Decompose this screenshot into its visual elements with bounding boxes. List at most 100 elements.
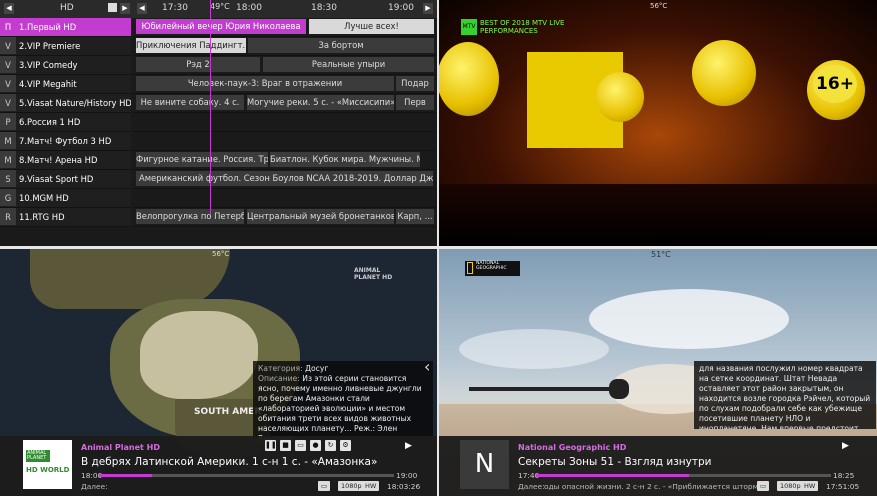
- program-cell[interactable]: Приключения Паддингт...: [136, 38, 247, 53]
- channel-name: Viasat Sport HD: [27, 174, 94, 184]
- program-cell[interactable]: Американский футбол. Сезон Боулов NCAA 2…: [136, 171, 434, 186]
- program-cell[interactable]: Могучие реки. 5 с. - «Миссисипи»: [247, 95, 395, 110]
- channel-icon: M: [0, 151, 16, 168]
- quality-badge: 1080p: [777, 481, 804, 491]
- time-3: 18:30: [311, 3, 337, 13]
- channel-logo-text: BEST OF 2018 MTV LIVE PERFORMANCES: [480, 19, 565, 35]
- subtitles-icon[interactable]: ▭: [757, 481, 770, 491]
- filter-next-arrow[interactable]: ▶: [120, 3, 130, 14]
- channel-icon: П: [0, 18, 16, 35]
- time-next-arrow[interactable]: ▶: [423, 3, 433, 14]
- balloon: [692, 40, 756, 106]
- time-4: 19:00: [388, 3, 414, 13]
- video-tile-concert[interactable]: 56°C MTV BEST OF 2018 MTV LIVE PERFORMANC…: [439, 0, 877, 246]
- clock: 18:03:26: [387, 482, 421, 491]
- time-prev-arrow[interactable]: ◀: [137, 3, 147, 14]
- channel-num: 10.: [19, 193, 33, 203]
- record-icon[interactable]: ●: [310, 440, 321, 451]
- epg-header: ◀ HD ▶ ◀ 17:30 49°C 18:00 18:30 19:00 ▶: [0, 0, 437, 18]
- settings-icon[interactable]: ⚙: [340, 440, 351, 451]
- current-time-line: [210, 0, 211, 214]
- play-icon[interactable]: ▶: [842, 441, 849, 451]
- now-playing-bar: ANIMAL PLANET HD WORLD Animal Planet HD …: [0, 436, 437, 496]
- program-grid: Юбилейный вечер Юрия Николаева Лучше всех…: [133, 18, 437, 227]
- program-cell[interactable]: Перв: [396, 95, 435, 110]
- channel-row[interactable]: П 1.Первый HD: [0, 18, 131, 37]
- time-2: 18:00: [236, 3, 262, 13]
- channel-row[interactable]: S 9.Viasat Sport HD: [0, 170, 131, 189]
- channel-icon: P: [0, 113, 16, 130]
- aircraft-body: [609, 379, 629, 399]
- program-cell[interactable]: Велопрогулка по Петербу...: [136, 209, 245, 224]
- temperature-readout: 56°C: [212, 250, 230, 258]
- program-cell[interactable]: Фигурное катание. Россия. Тра...: [136, 152, 269, 167]
- program-cell[interactable]: Центральный музей бронетанково...: [247, 209, 395, 224]
- channel-logo-placeholder: N: [460, 440, 509, 489]
- cloud: [589, 289, 789, 349]
- amazon-region: [140, 311, 258, 399]
- program-cell[interactable]: Не вините собаку. 4 с.: [136, 95, 245, 110]
- subtitles-icon[interactable]: ▭: [318, 481, 331, 491]
- logo-line-2: GEOGRAPHIC: [476, 266, 507, 271]
- channel-name: VIP Premiere: [27, 41, 81, 51]
- tv-icon[interactable]: ▭: [295, 440, 306, 451]
- channel-row[interactable]: G 10.MGM HD: [0, 189, 131, 208]
- channel-icon: S: [0, 170, 16, 187]
- program-info-box: для названия послужил номер квадрата на …: [694, 361, 876, 429]
- grid-view-button[interactable]: [108, 3, 117, 12]
- channel-num: 7.: [19, 136, 27, 146]
- channel-row[interactable]: M 8.Матч! Арена HD: [0, 151, 131, 170]
- channel-row[interactable]: V 5.Viasat Nature/History HD: [0, 94, 131, 113]
- program-cell[interactable]: За бортом: [248, 38, 435, 53]
- channel-num: 6.: [19, 117, 27, 127]
- end-time: 18:25: [833, 471, 855, 480]
- channel-name: RTG HD: [32, 212, 65, 222]
- channel-name: Матч! Футбол 3 HD: [27, 136, 112, 146]
- channel-icon: G: [0, 189, 16, 206]
- channel-logo: MTV BEST OF 2018 MTV LIVE PERFORMANCES: [461, 19, 590, 35]
- temperature-readout: 56°C: [650, 2, 668, 10]
- channel-row[interactable]: P 6.Россия 1 HD: [0, 113, 131, 132]
- channel-num: 2.: [19, 41, 27, 51]
- mtv-logo-icon: MTV: [461, 19, 477, 35]
- now-playing-bar: N National Geographic HD ▶ Секреты Зоны …: [439, 436, 877, 496]
- program-cell[interactable]: Человек-паук-3: Враг в отражении: [136, 76, 395, 91]
- channel-row[interactable]: M 7.Матч! Футбол 3 HD: [0, 132, 131, 151]
- program-cell[interactable]: Лучше всех!: [309, 19, 435, 34]
- video-tile-animal-planet[interactable]: SOUTH AMER 56°C ANIMAL PLANET HD Категор…: [0, 249, 437, 496]
- program-cell[interactable]: Реальные упыри: [263, 57, 435, 72]
- refresh-icon[interactable]: ↻: [325, 440, 336, 451]
- channel-num: 1.: [19, 22, 27, 32]
- program-cell[interactable]: Юбилейный вечер Юрия Николаева: [136, 19, 307, 34]
- filter-prev-arrow[interactable]: ◀: [4, 3, 14, 14]
- progress-fill: [536, 474, 690, 477]
- cloud: [459, 329, 609, 369]
- map-label: SOUTH AMER: [194, 407, 262, 417]
- program-cell[interactable]: Рэд 2: [136, 57, 261, 72]
- channel-row[interactable]: R 11.RTG HD: [0, 208, 131, 227]
- decoder-badge: HW: [362, 481, 380, 491]
- channel-name: Матч! Арена HD: [27, 155, 98, 165]
- channel-row[interactable]: V 4.VIP Megahit: [0, 75, 131, 94]
- panel-toggle-icon[interactable]: ‹: [424, 357, 430, 376]
- channel-title: National Geographic HD: [518, 443, 627, 452]
- channel-logo: NATIONAL GEOGRAPHIC: [465, 261, 520, 276]
- channel-row[interactable]: V 3.VIP Comedy: [0, 56, 131, 75]
- filter-label[interactable]: HD: [60, 3, 74, 13]
- program-cell[interactable]: Биатлон. Кубок мира. Мужчины. М...: [270, 152, 421, 167]
- program-title: Секреты Зоны 51 - Взгляд изнутри: [518, 456, 712, 468]
- pause-icon[interactable]: ❚❚: [265, 440, 277, 451]
- channel-row[interactable]: V 2.VIP Premiere: [0, 37, 131, 56]
- next-label: Далее:: [81, 482, 108, 491]
- channel-num: 3.: [19, 60, 27, 70]
- time-1: 17:30: [162, 3, 188, 13]
- program-cell[interactable]: Карп, ...: [396, 209, 435, 224]
- balloon: [596, 72, 644, 122]
- channel-num: 4.: [19, 79, 27, 89]
- channel-title: Animal Planet HD: [81, 443, 160, 452]
- stop-icon[interactable]: ■: [280, 440, 291, 451]
- channel-name: Россия 1 HD: [27, 117, 81, 127]
- video-tile-natgeo[interactable]: 51°C NATIONAL GEOGRAPHIC для названия пос…: [439, 249, 877, 496]
- play-icon[interactable]: ▶: [405, 441, 412, 451]
- program-cell[interactable]: Подар: [396, 76, 435, 91]
